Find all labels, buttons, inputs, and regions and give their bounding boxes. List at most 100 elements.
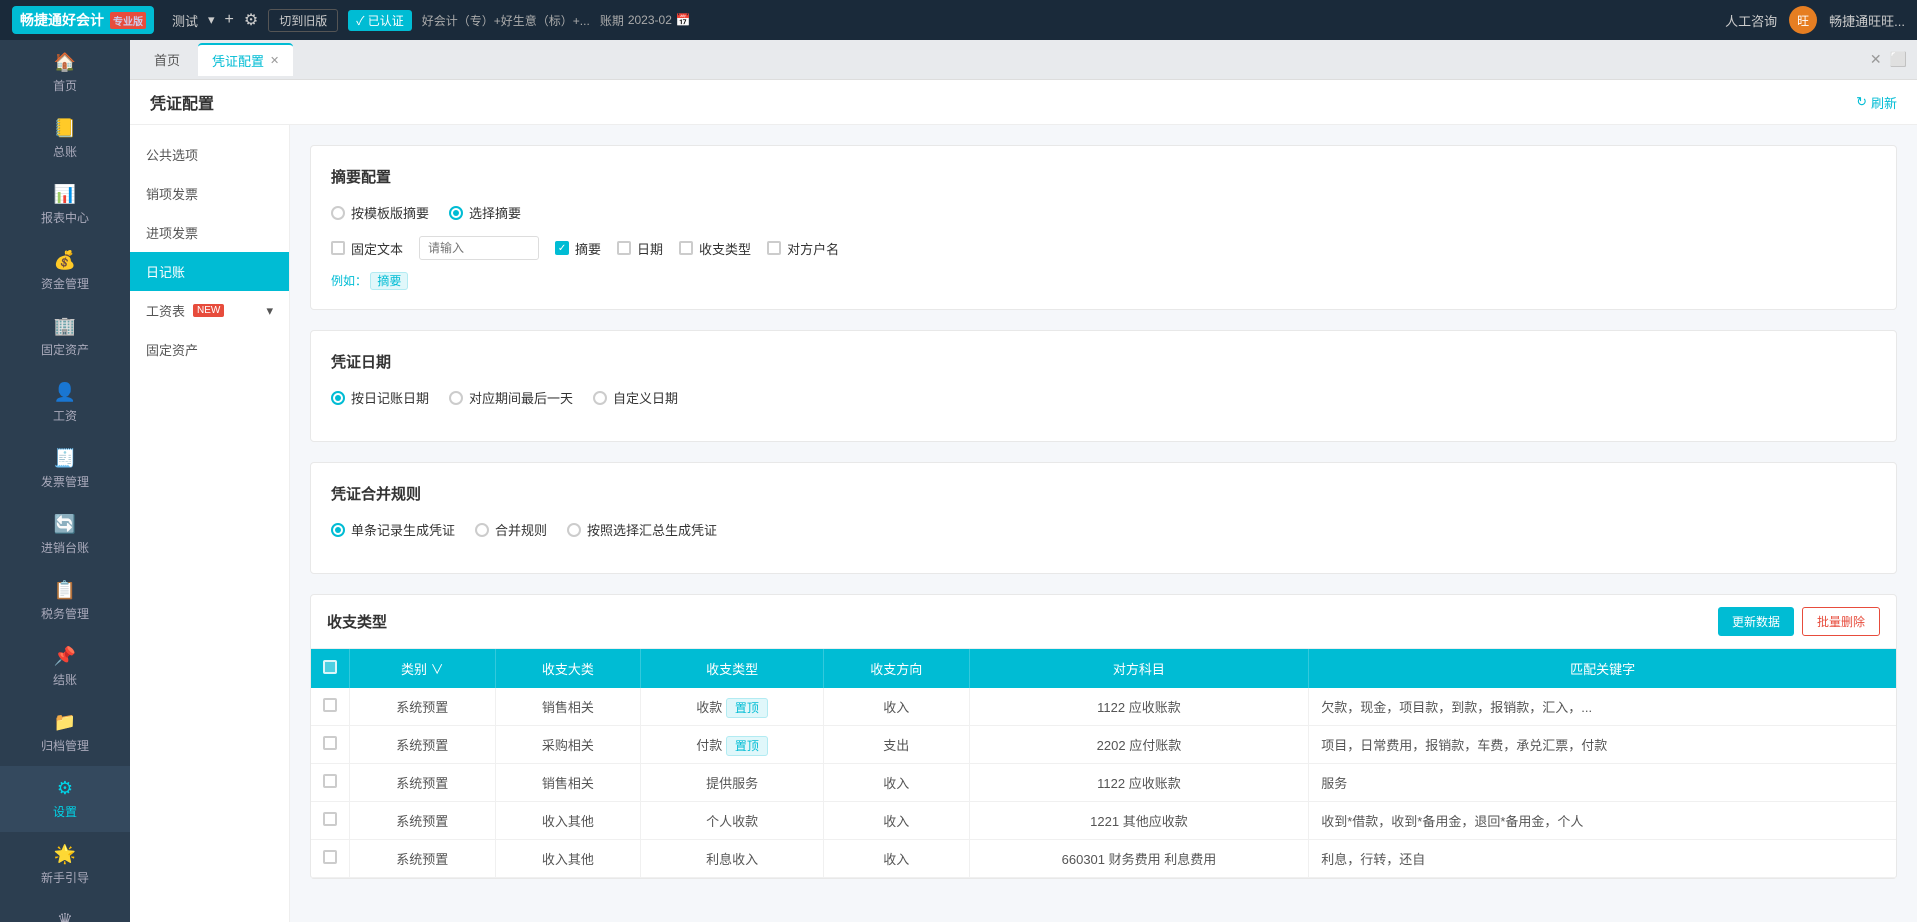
radio-label: 按照选择汇总生成凭证 [587,520,717,539]
assets-icon: 🏢 [54,316,76,337]
refresh-icon: ↻ [1856,94,1867,110]
window-maximize-icon[interactable]: ⬜ [1890,51,1907,68]
settings-icon[interactable]: ⚙ [244,10,258,30]
sidebar-item-settings[interactable]: ⚙ 设置 [0,766,130,832]
sidebar-item-guide[interactable]: 🌟 新手引导 [0,832,130,898]
checkbox-income-type[interactable]: 收支类型 [679,239,751,258]
switch-version-button[interactable]: 切到旧版 [268,9,338,32]
row-checkbox[interactable] [323,812,337,826]
checkbox-summary[interactable]: ✓ 摘要 [555,239,601,258]
sidebar-item-invoice[interactable]: 🧾 发票管理 [0,436,130,502]
checkbox-label: 对方户名 [787,239,839,258]
td-checkbox[interactable] [311,688,350,726]
calendar-icon[interactable]: 📅 [676,13,691,27]
radio-period-last-day[interactable]: 对应期间最后一天 [449,388,573,407]
income-expense-table: 类别 ∨ 收支大类 收支类型 收支方向 对方科目 匹配关键字 系统预置 销售相关… [311,649,1896,878]
refresh-button[interactable]: ↻ 刷新 [1856,93,1897,112]
left-nav-item-purchase-invoice[interactable]: 进项发票 [130,213,289,252]
merge-rules-section: 凭证合并规则 单条记录生成凭证 合并规则 按照选择汇总生成凭证 [310,462,1897,574]
sidebar-item-purchase[interactable]: 🔄 进销台账 [0,502,130,568]
user-name: 畅捷通旺旺... [1829,11,1905,30]
left-nav-item-salary-sheet[interactable]: 工资表 NEW ▾ [130,291,289,330]
radio-single-record[interactable]: 单条记录生成凭证 [331,520,455,539]
sidebar-item-label: 首页 [53,77,77,94]
example-text: 例如： 摘要 [331,272,1876,289]
checkbox-fixed-text[interactable]: 固定文本 [331,239,403,258]
company-info: 好会计（专）+好生意（标）+... [422,12,590,29]
td-category: 系统预置 [350,688,496,726]
invoice-icon: 🧾 [54,448,76,469]
td-category: 系统预置 [350,764,496,802]
company-name: 测试 [172,11,198,30]
select-all-checkbox[interactable] [323,660,337,674]
sidebar-item-member[interactable]: ♛ 畅会员 [0,898,130,922]
sidebar-item-salary[interactable]: 👤 工资 [0,370,130,436]
checkbox-label: 摘要 [575,239,601,258]
radio-custom-date[interactable]: 自定义日期 [593,388,678,407]
checkbox-box [679,241,693,255]
app-logo: 畅捷通好会计 专业版 [12,6,154,34]
sidebar-item-close[interactable]: 📌 结账 [0,634,130,700]
sidebar-item-archive[interactable]: 📁 归档管理 [0,700,130,766]
radio-template-summary[interactable]: 按模板版摘要 [331,203,429,222]
td-account: 1221 其他应收款 [969,802,1309,840]
left-nav-item-journal[interactable]: 日记账 [130,252,289,291]
certified-badge: ✓ 已认证 [348,10,412,31]
tab-voucher-config[interactable]: 凭证配置 ✕ [198,43,293,76]
sidebar-item-label: 工资 [53,407,77,424]
radio-journal-date[interactable]: 按日记账日期 [331,388,429,407]
dropdown-arrow-icon[interactable]: ▾ [208,12,215,28]
sidebar-item-ledger[interactable]: 📒 总账 [0,106,130,172]
radio-label: 合并规则 [495,520,547,539]
td-checkbox[interactable] [311,802,350,840]
td-major: 销售相关 [495,688,641,726]
sidebar-item-home[interactable]: 🏠 首页 [0,40,130,106]
left-nav-item-fixed-assets[interactable]: 固定资产 [130,330,289,369]
checkbox-date[interactable]: 日期 [617,239,663,258]
th-checkbox[interactable] [311,649,350,688]
checkbox-counterpart-name[interactable]: 对方户名 [767,239,839,258]
left-nav-label: 固定资产 [146,340,198,359]
add-button[interactable]: + [225,11,234,29]
avatar[interactable]: 旺 [1789,6,1817,34]
service-label[interactable]: 人工咨询 [1725,11,1777,30]
window-close-icon[interactable]: ✕ [1870,51,1882,68]
tab-close-icon[interactable]: ✕ [270,54,279,67]
left-nav-item-sales-invoice[interactable]: 销项发票 [130,174,289,213]
radio-summary-generate[interactable]: 按照选择汇总生成凭证 [567,520,717,539]
close-account-icon: 📌 [54,646,76,667]
td-checkbox[interactable] [311,764,350,802]
row-checkbox[interactable] [323,850,337,864]
radio-label: 自定义日期 [613,388,678,407]
income-expense-section: 收支类型 更新数据 批量删除 类别 ∨ 收支大类 收支类型 [310,594,1897,879]
td-checkbox[interactable] [311,726,350,764]
radio-merge-rules[interactable]: 合并规则 [475,520,547,539]
update-data-button[interactable]: 更新数据 [1718,607,1794,636]
tab-voucher-label: 凭证配置 [212,51,264,70]
radio-label: 按日记账日期 [351,388,429,407]
radio-label: 单条记录生成凭证 [351,520,455,539]
td-major: 销售相关 [495,764,641,802]
sidebar-item-reports[interactable]: 📊 报表中心 [0,172,130,238]
td-checkbox[interactable] [311,840,350,878]
row-checkbox[interactable] [323,736,337,750]
sidebar-item-funds[interactable]: 💰 资金管理 [0,238,130,304]
checkbox-label: 固定文本 [351,239,403,258]
ledger-icon: 📒 [54,118,76,139]
th-category[interactable]: 类别 ∨ [350,649,496,688]
sidebar-item-tax[interactable]: 📋 税务管理 [0,568,130,634]
td-type: 利息收入 [641,840,824,878]
tab-home[interactable]: 首页 [140,44,194,75]
fixed-text-input[interactable] [419,236,539,260]
checkbox-label: 日期 [637,239,663,258]
left-nav: 公共选项 销项发票 进项发票 日记账 工资表 NEW ▾ [130,125,290,922]
reset-tag[interactable]: 置顶 [726,736,768,756]
td-keywords: 收到*借款，收到*备用金，退回*备用金，个人 [1309,802,1896,840]
sidebar-item-assets[interactable]: 🏢 固定资产 [0,304,130,370]
row-checkbox[interactable] [323,698,337,712]
radio-select-summary[interactable]: 选择摘要 [449,203,521,222]
row-checkbox[interactable] [323,774,337,788]
left-nav-item-public[interactable]: 公共选项 [130,135,289,174]
batch-delete-button[interactable]: 批量删除 [1802,607,1880,636]
reset-tag[interactable]: 置顶 [726,698,768,718]
